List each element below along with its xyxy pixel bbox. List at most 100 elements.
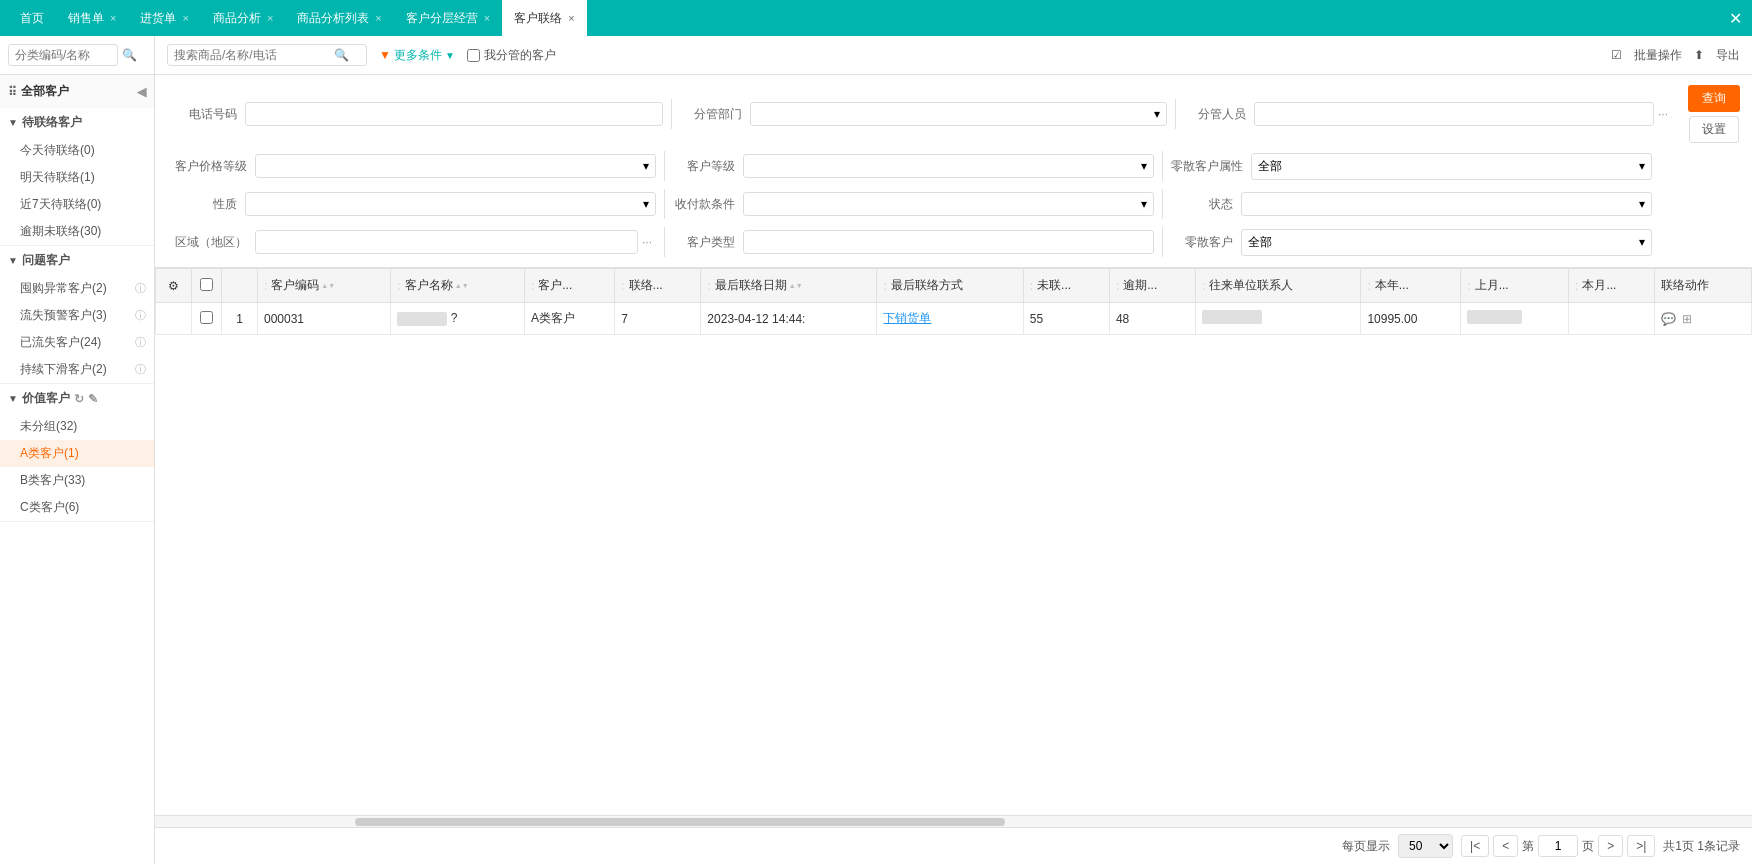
nav-product-analysis-list-close[interactable]: × [375, 12, 381, 24]
person-input[interactable] [1254, 102, 1654, 126]
sidebar-subheader-problem[interactable]: ▼ 问题客户 [0, 246, 154, 275]
th-customer-type-label: 客户... [538, 277, 572, 294]
export-label[interactable]: 导出 [1716, 47, 1740, 64]
message-icon[interactable]: 💬 [1661, 312, 1676, 326]
sidebar-pending-label: 待联络客户 [22, 114, 82, 131]
prev-page-btn[interactable]: < [1493, 835, 1518, 857]
nav-product-analysis-close[interactable]: × [267, 12, 273, 24]
nav-customer-tier[interactable]: 客户分层经营 × [394, 0, 502, 36]
last-page-btn[interactable]: >| [1627, 835, 1655, 857]
settings-icon[interactable]: ⚙ [168, 279, 179, 293]
payment-select[interactable]: ▾ [743, 192, 1154, 216]
sidebar-item-class-a[interactable]: A类客户(1) [0, 440, 154, 467]
th-last-contact-date[interactable]: : 最后联络日期 ▲▼ [701, 269, 877, 303]
th-contact-count[interactable]: : 联络... [615, 269, 701, 303]
th-settings[interactable]: ⚙ [156, 269, 192, 303]
nav-customer-tier-close[interactable]: × [484, 12, 490, 24]
my-customers-checkbox[interactable]: 我分管的客户 [467, 47, 556, 64]
status-select[interactable]: ▾ [1241, 192, 1652, 216]
td-customer-type: A类客户 [524, 303, 614, 335]
per-page-select[interactable]: 50 100 [1398, 834, 1453, 858]
sidebar-item-class-c[interactable]: C类客户(6) [0, 494, 154, 521]
first-page-btn[interactable]: |< [1461, 835, 1489, 857]
nav-purchase-order[interactable]: 进货单 × [128, 0, 200, 36]
region-input[interactable] [255, 230, 638, 254]
sort-arrows[interactable]: ▲▼ [321, 282, 335, 289]
th-customer-type[interactable]: : 客户... [524, 269, 614, 303]
retail-attr-select[interactable]: 全部 ▾ [1251, 153, 1652, 180]
sidebar-item-tomorrow[interactable]: 明天待联络(1) [0, 164, 154, 191]
batch-op-label[interactable]: 批量操作 [1634, 47, 1682, 64]
nature-select[interactable]: ▾ [245, 192, 656, 216]
select-all-checkbox[interactable] [200, 278, 213, 291]
sidebar-search-icon[interactable]: 🔍 [122, 48, 137, 62]
th-this-year[interactable]: : 本年... [1361, 269, 1461, 303]
sidebar-item-7days[interactable]: 近7天待联络(0) [0, 191, 154, 218]
th-not-contacted[interactable]: : 未联... [1023, 269, 1109, 303]
sidebar-subheader-pending[interactable]: ▼ 待联络客户 [0, 108, 154, 137]
nav-product-analysis-list[interactable]: 商品分析列表 × [285, 0, 393, 36]
nav-customer-contact-close[interactable]: × [568, 12, 574, 24]
th-customer-name[interactable]: : 客户名称 ▲▼ [391, 269, 524, 303]
window-close-icon[interactable]: ✕ [1729, 9, 1742, 28]
th-last-contact-method[interactable]: : 最后联络方式 [877, 269, 1023, 303]
customer-tier-select[interactable]: ▾ [743, 154, 1154, 178]
qr-icon[interactable]: ⊞ [1682, 312, 1692, 326]
page-input[interactable] [1538, 835, 1578, 857]
sidebar-item-churned[interactable]: 已流失客户(24) ⓘ [0, 329, 154, 356]
sidebar-item-declining[interactable]: 持续下滑客户(2) ⓘ [0, 356, 154, 383]
dept-select[interactable]: ▾ [750, 102, 1168, 126]
td-last-contact-method[interactable]: 下销货单 [877, 303, 1023, 335]
search-icon[interactable]: 🔍 [334, 48, 349, 62]
nav-sales-order[interactable]: 销售单 × [56, 0, 128, 36]
sidebar-collapse-icon[interactable]: ◀ [137, 85, 146, 99]
person-dots-btn[interactable]: ··· [1654, 107, 1672, 121]
td-not-contacted: 55 [1023, 303, 1109, 335]
type-input[interactable] [743, 230, 1154, 254]
sort-arrows-3[interactable]: ▲▼ [789, 282, 803, 289]
sidebar-value-refresh-icon[interactable]: ↻ [74, 392, 84, 406]
th-checkbox[interactable] [192, 269, 222, 303]
th-last-month[interactable]: : 上月... [1461, 269, 1569, 303]
sidebar-item-today[interactable]: 今天待联络(0) [0, 137, 154, 164]
sidebar-item-overdue-contact[interactable]: 逾期未联络(30) [0, 218, 154, 245]
sidebar-value-edit-icon[interactable]: ✎ [88, 392, 98, 406]
last-contact-method-link[interactable]: 下销货单 [883, 311, 931, 325]
th-contact-person[interactable]: : 往来单位联系人 [1196, 269, 1361, 303]
sort-arrows-2[interactable]: ▲▼ [455, 282, 469, 289]
sidebar-item-churn-warning[interactable]: 流失预警客户(3) ⓘ [0, 302, 154, 329]
nav-product-analysis[interactable]: 商品分析 × [201, 0, 285, 36]
nav-customer-contact[interactable]: 客户联络 × [502, 0, 586, 36]
th-contact-action[interactable]: 联络动作 [1655, 269, 1752, 303]
search-input[interactable] [174, 48, 334, 62]
sidebar-search-input[interactable] [8, 44, 118, 66]
retail-select[interactable]: 全部 ▾ [1241, 229, 1652, 256]
region-dots-btn[interactable]: ··· [638, 235, 656, 249]
row-checkbox[interactable] [200, 311, 213, 324]
td-checkbox[interactable] [192, 303, 222, 335]
th-customer-code[interactable]: : 客户编码 ▲▼ [258, 269, 391, 303]
sidebar-all-customers[interactable]: ⠿ 全部客户 ◀ [0, 75, 154, 108]
query-button[interactable]: 查询 [1688, 85, 1740, 112]
sidebar-item-unclassified[interactable]: 未分组(32) [0, 413, 154, 440]
my-customers-check[interactable] [467, 49, 480, 62]
scrollbar-thumb[interactable] [355, 818, 1005, 826]
sidebar-subheader-value[interactable]: ▼ 价值客户 ↻ ✎ [0, 384, 154, 413]
settings-button[interactable]: 设置 [1689, 116, 1739, 143]
next-page-btn[interactable]: > [1598, 835, 1623, 857]
price-tier-select[interactable]: ▾ [255, 154, 656, 178]
td-contact-action[interactable]: 💬 ⊞ [1655, 303, 1752, 335]
sidebar-item-hoarding[interactable]: 囤购异常客户(2) ⓘ [0, 275, 154, 302]
nav-home[interactable]: 首页 [8, 0, 56, 36]
horizontal-scrollbar[interactable] [155, 815, 1752, 827]
nav-sales-order-close[interactable]: × [110, 12, 116, 24]
more-filter-btn[interactable]: ▼ 更多条件 ▼ [379, 47, 455, 64]
sidebar-item-churn-warning-label: 流失预警客户(3) [20, 307, 133, 324]
th-this-month[interactable]: : 本月... [1569, 269, 1655, 303]
col-sep-3: : [531, 279, 534, 293]
nav-purchase-order-close[interactable]: × [182, 12, 188, 24]
col-sep-11: : [1467, 279, 1470, 293]
th-overdue[interactable]: : 逾期... [1109, 269, 1195, 303]
phone-input[interactable] [245, 102, 663, 126]
sidebar-item-class-b[interactable]: B类客户(33) [0, 467, 154, 494]
